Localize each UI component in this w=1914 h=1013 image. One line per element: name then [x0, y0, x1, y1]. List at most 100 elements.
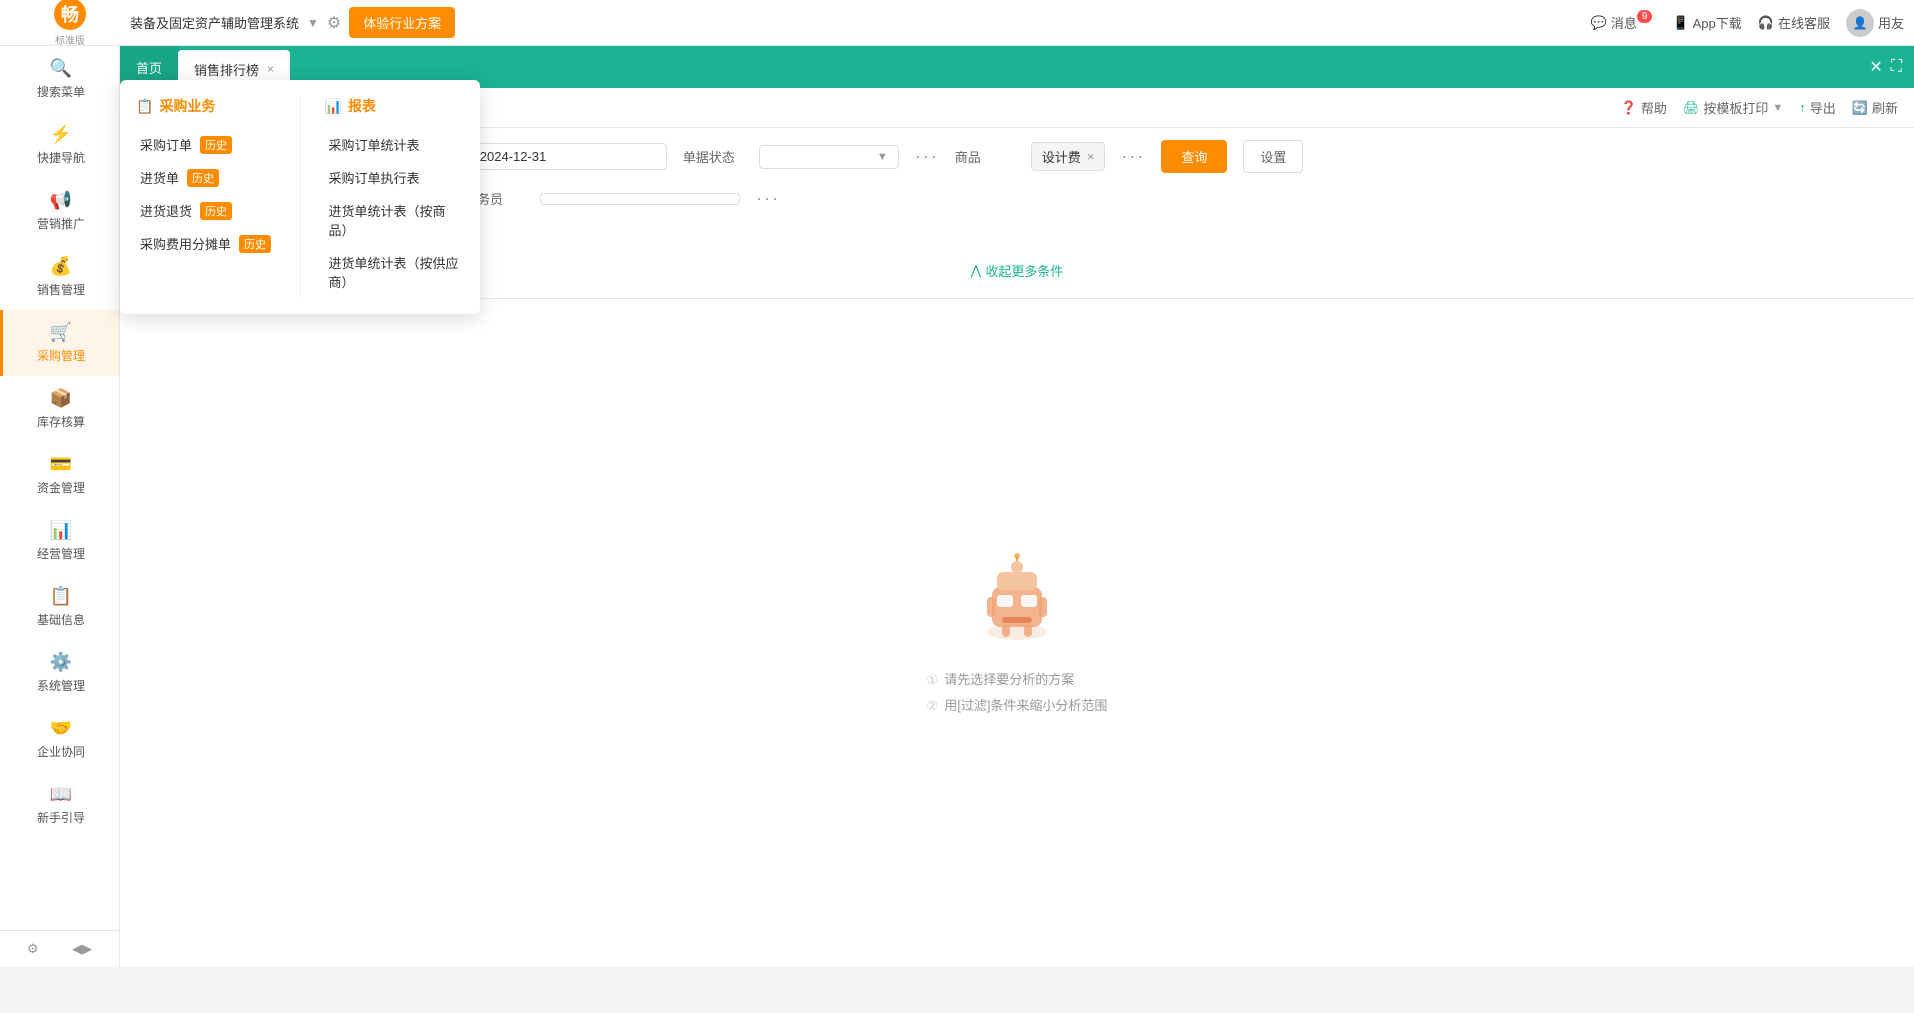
menu-item-stock-stats-goods[interactable]: 进货单统计表（按商品）: [325, 194, 465, 246]
query-btn[interactable]: 查询: [1161, 140, 1227, 173]
menu-item-purchase-order-exec[interactable]: 采购订单执行表: [325, 161, 465, 194]
salesperson-more-dots[interactable]: ···: [756, 188, 780, 209]
sidebar-label-inventory: 库存核算: [37, 413, 85, 430]
sidebar-item-system[interactable]: ⚙️ 系统管理: [0, 640, 119, 706]
gear-icon[interactable]: ⚙: [327, 13, 341, 33]
menu-section-purchase-title: 📋 采购业务: [136, 96, 276, 116]
user-btn[interactable]: 👤 用友: [1846, 9, 1904, 37]
app-download-label: App下载: [1693, 13, 1742, 32]
bullet-2: ②: [927, 693, 939, 719]
avatar: 👤: [1846, 9, 1874, 37]
handshake-icon: 🤝: [50, 718, 72, 739]
sidebar-item-inventory[interactable]: 📦 库存核算: [0, 376, 119, 442]
collapse-sidebar-icon[interactable]: ◀▶: [72, 941, 92, 957]
sidebar-item-finance[interactable]: 💳 资金管理: [0, 442, 119, 508]
sidebar-item-sales[interactable]: 💰 销售管理: [0, 244, 119, 310]
megaphone-icon: 📢: [50, 190, 72, 211]
tab-maximize-icon[interactable]: ⛶: [1891, 58, 1902, 76]
message-badge: 9: [1637, 10, 1653, 23]
goods-tag: 设计费 ×: [1031, 142, 1106, 171]
menu-item-stock-stats-supplier[interactable]: 进货单统计表（按供应商）: [325, 246, 465, 298]
settings-btn[interactable]: 设置: [1243, 140, 1303, 173]
print-dropdown-icon: ▼: [1772, 102, 1783, 114]
purchase-order-stats-label: 采购订单统计表: [329, 135, 420, 154]
sidebar-item-basic-info[interactable]: 📋 基础信息: [0, 574, 119, 640]
sidebar-item-cooperation[interactable]: 🤝 企业协同: [0, 706, 119, 772]
clipboard-icon: 📋: [50, 586, 72, 607]
menu-section-purchase: 📋 采购业务 采购订单 历史 进货单 历史 进货退货 历史 采购费用分摊单 历史: [136, 96, 276, 298]
refresh-btn[interactable]: 🔄 刷新: [1852, 98, 1898, 117]
top-navigation: 畅 标准版 装备及固定资产辅助管理系统 ▼ ⚙ 体验行业方案 💬 消息 9 📱 …: [0, 0, 1914, 46]
menu-item-purchase-order[interactable]: 采购订单 历史: [136, 128, 276, 161]
goods-tag-close-icon[interactable]: ×: [1087, 149, 1095, 164]
purchase-order-exec-label: 采购订单执行表: [329, 168, 420, 187]
goods-more-dots[interactable]: ···: [1121, 146, 1145, 167]
goods-label: 商品: [955, 147, 1015, 166]
messages-btn[interactable]: 💬 消息 9: [1591, 13, 1657, 32]
tab-sales-rank-label: 销售排行榜: [194, 60, 259, 79]
refresh-label: 刷新: [1872, 98, 1898, 117]
book-icon: 📖: [50, 784, 72, 805]
salesperson-select[interactable]: [540, 193, 740, 205]
menu-item-stock-return[interactable]: 进货退货 历史: [136, 194, 276, 227]
menu-item-purchase-order-stats[interactable]: 采购订单统计表: [325, 128, 465, 161]
sidebar-label-basic-info: 基础信息: [37, 611, 85, 628]
export-label: 导出: [1810, 98, 1836, 117]
stock-stats-supplier-label: 进货单统计表（按供应商）: [329, 253, 461, 291]
app-download-btn[interactable]: 📱 App下载: [1672, 13, 1741, 32]
system-title: 装备及固定资产辅助管理系统: [130, 13, 299, 32]
tab-close-icon[interactable]: ×: [267, 62, 274, 76]
search-icon: 🔍: [50, 58, 72, 79]
date-end-input[interactable]: [469, 143, 667, 170]
sidebar-bottom: ⚙ ◀▶: [0, 930, 119, 967]
export-btn[interactable]: ↑ 导出: [1799, 98, 1836, 117]
menu-item-stock-in[interactable]: 进货单 历史: [136, 161, 276, 194]
industry-btn[interactable]: 体验行业方案: [349, 7, 455, 38]
box-icon: 📦: [50, 388, 72, 409]
menu-section-reports: 📊 报表 采购订单统计表 采购订单执行表 进货单统计表（按商品） 进货单统计表（…: [325, 96, 465, 298]
money-icon: 💰: [50, 256, 72, 277]
dropdown-arrow-icon[interactable]: ▼: [307, 16, 319, 30]
sidebar-label-finance: 资金管理: [37, 479, 85, 496]
stock-return-label: 进货退货: [140, 201, 192, 220]
tab-bar-right: ✕ ⛶: [1869, 57, 1914, 77]
status-select[interactable]: ▼: [759, 145, 899, 169]
history-badge-3: 历史: [239, 235, 271, 253]
message-icon: 💬: [1591, 15, 1607, 31]
sidebar-label-marketing: 营销推广: [37, 215, 85, 232]
status-more-dots[interactable]: ···: [915, 146, 939, 167]
settings-bottom-icon[interactable]: ⚙: [27, 941, 39, 957]
print-icon: 🖨: [1683, 100, 1700, 116]
sidebar-item-search[interactable]: 🔍 搜索菜单: [0, 46, 119, 112]
tab-home-label: 首页: [136, 58, 162, 77]
history-badge-0: 历史: [200, 136, 232, 154]
history-badge-2: 历史: [200, 202, 232, 220]
logo-icon: 畅: [54, 0, 86, 30]
empty-tips: ① 请先选择要分析的方案 ② 用[过滤]条件来缩小分析范围: [927, 667, 1108, 719]
sidebar-label-system: 系统管理: [37, 677, 85, 694]
sidebar-label-purchase: 采购管理: [37, 347, 85, 364]
message-label: 消息: [1611, 13, 1637, 32]
bullet-1: ①: [927, 667, 939, 693]
online-service-btn[interactable]: 🎧 在线客服: [1758, 13, 1830, 32]
sidebar-item-shortcut[interactable]: ⚡ 快捷导航: [0, 112, 119, 178]
print-template-btn[interactable]: 🖨 按模板打印 ▼: [1683, 98, 1783, 117]
sidebar-item-guide[interactable]: 📖 新手引导: [0, 772, 119, 838]
purchase-dropdown-menu: 📋 采购业务 采购订单 历史 进货单 历史 进货退货 历史 采购费用分摊单 历史…: [120, 80, 480, 314]
help-label: 帮助: [1641, 98, 1667, 117]
lightning-icon: ⚡: [50, 124, 72, 145]
purchase-section-icon: 📋: [136, 98, 153, 115]
help-btn[interactable]: ❓ 帮助: [1621, 98, 1667, 117]
sidebar-item-marketing[interactable]: 📢 营销推广: [0, 178, 119, 244]
empty-tip-2: ② 用[过滤]条件来缩小分析范围: [927, 693, 1108, 719]
sidebar-item-purchase[interactable]: 🛒 采购管理: [0, 310, 119, 376]
cart-icon: 🛒: [50, 322, 72, 343]
sidebar-label-shortcut: 快捷导航: [37, 149, 85, 166]
menu-item-purchase-expense[interactable]: 采购费用分摊单 历史: [136, 227, 276, 260]
headset-icon: 🎧: [1758, 15, 1774, 31]
sidebar-item-management[interactable]: 📊 经营管理: [0, 508, 119, 574]
logo-text: 标准版: [55, 32, 85, 47]
tab-close-window-icon[interactable]: ✕: [1869, 57, 1882, 77]
history-badge-1: 历史: [187, 169, 219, 187]
refresh-icon: 🔄: [1852, 100, 1868, 116]
